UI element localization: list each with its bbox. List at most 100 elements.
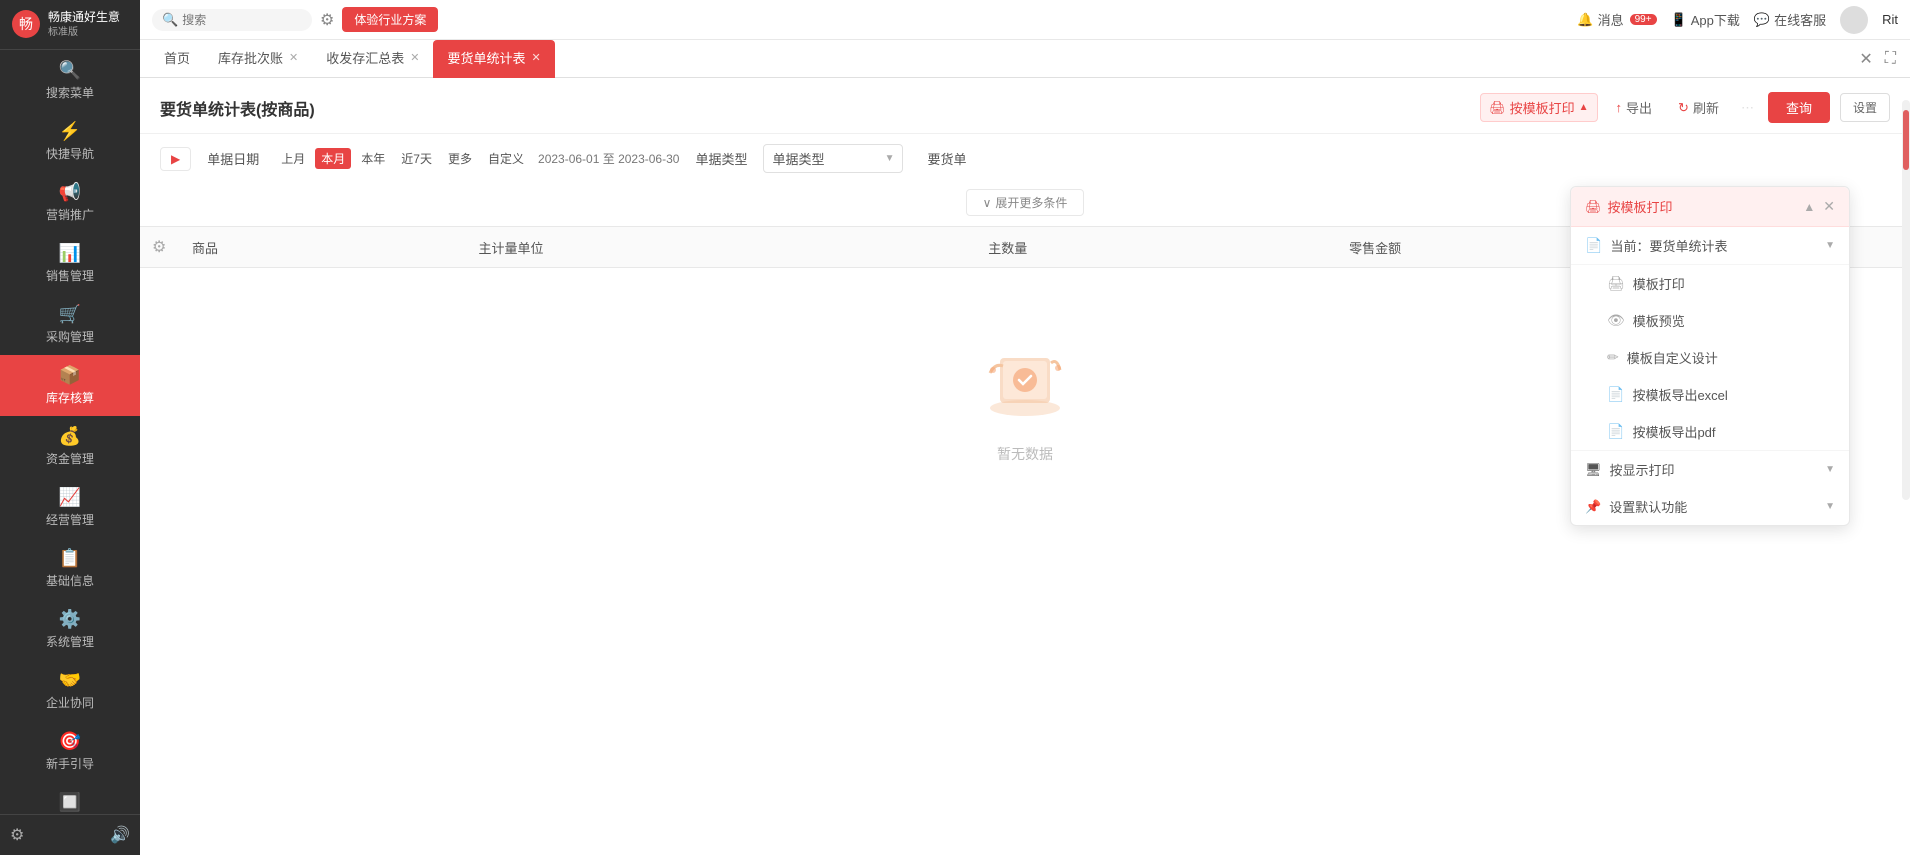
dropdown-current-item[interactable]: 📄 当前：要货单统计表 ▼	[1571, 227, 1849, 264]
dropdown-template-preview[interactable]: 👁 模板预览	[1571, 302, 1849, 339]
search-box[interactable]: 🔍	[152, 9, 312, 31]
dropdown-template-print[interactable]: 🖨 模板打印	[1571, 265, 1849, 302]
sidebar-item-sales[interactable]: 📊 销售管理	[0, 233, 140, 294]
online-service-btn[interactable]: 💬 在线客服	[1754, 10, 1826, 29]
guide-icon: 🎯	[59, 731, 81, 752]
tab-inventory-batch[interactable]: 库存批次账 ✕	[204, 40, 312, 78]
gear-icon[interactable]: ⚙	[320, 10, 334, 30]
sidebar-item-purchase[interactable]: 🛒 采购管理	[0, 294, 140, 355]
sidebar-item-operations[interactable]: 📈 经营管理	[0, 477, 140, 538]
sidebar-item-appcenter[interactable]: 🔲 应用中心	[0, 782, 140, 814]
sidebar-item-label: 资金管理	[46, 450, 94, 467]
dropdown-set-default[interactable]: 📌 设置默认功能 ▼	[1571, 488, 1849, 525]
sales-icon: 📊	[59, 243, 81, 264]
filter-row: ▶ 单据日期 上月 本月 本年 近7天 更多 自定义 2023-06-01 至 …	[140, 134, 1910, 183]
template-preview-icon: 👁	[1607, 312, 1625, 329]
download-icon: 📱	[1671, 12, 1687, 28]
page-header: 要货单统计表(按商品) 🖨 按模板打印 ▲ ↑ 导出 ↻ 刷新	[140, 78, 1910, 134]
template-custom-icon: ✏	[1607, 349, 1619, 366]
notifications-btn[interactable]: 🔔 消息 99+	[1577, 10, 1656, 29]
sidebar-item-marketing[interactable]: 📢 营销推广	[0, 172, 140, 233]
sidebar-item-quick-nav[interactable]: ⚡ 快捷导航	[0, 111, 140, 172]
experience-btn[interactable]: 体验行业方案	[342, 7, 438, 32]
export-icon: ↑	[1616, 100, 1623, 115]
sidebar-item-label: 库存核算	[46, 389, 94, 406]
user-avatar[interactable]	[1840, 6, 1868, 34]
dropdown-display-print[interactable]: 🖥 按显示打印 ▼	[1571, 451, 1849, 488]
purchase-icon: 🛒	[59, 304, 81, 325]
printer-dropdown-icon: 🖨	[1585, 199, 1602, 215]
tab-inventory-batch-close[interactable]: ✕	[289, 51, 298, 64]
filter-expand-btn[interactable]: ▶	[160, 147, 191, 171]
date-custom[interactable]: 自定义	[482, 148, 530, 169]
select-arrow-icon: ▼	[885, 153, 895, 164]
refresh-btn[interactable]: ↻ 刷新	[1670, 94, 1727, 121]
chevron-down-icon: ∨	[983, 196, 992, 210]
dropdown-expand-icon[interactable]: ▲	[1803, 200, 1815, 214]
set-default-icon: 📌	[1585, 499, 1601, 515]
query-btn[interactable]: 查询	[1768, 92, 1830, 123]
notifications-label: 消息	[1598, 10, 1624, 29]
doctype-filter-label: 单据类型	[695, 149, 747, 168]
search-icon: 🔍	[59, 60, 81, 81]
dropdown-export-pdf[interactable]: 📄 按模板导出pdf	[1571, 413, 1849, 450]
date-this-year[interactable]: 本年	[355, 148, 391, 169]
sidebar-item-basic-info[interactable]: 📋 基础信息	[0, 538, 140, 599]
bell-icon: 🔔	[1577, 12, 1593, 28]
empty-illustration	[975, 328, 1075, 428]
table-settings-icon[interactable]: ⚙	[152, 239, 166, 256]
print-btn-label: 按模板打印	[1510, 98, 1575, 117]
export-btn[interactable]: ↑ 导出	[1608, 94, 1661, 121]
sidebar-item-system[interactable]: ⚙️ 系统管理	[0, 599, 140, 660]
scrollbar[interactable]	[1902, 100, 1910, 500]
dropdown-close-icon[interactable]: ✕	[1823, 198, 1835, 215]
dropdown-header-title: 🖨 按模板打印	[1585, 197, 1673, 216]
tab-close-all-icon[interactable]: ✕	[1855, 45, 1876, 73]
sidebar-item-finance[interactable]: 💰 资金管理	[0, 416, 140, 477]
topbar: 🔍 ⚙ 体验行业方案 🔔 消息 99+ 📱 App下载 💬 在线客服 Rit	[140, 0, 1910, 40]
refresh-btn-label: 刷新	[1693, 98, 1719, 117]
logo-icon: 畅	[12, 10, 40, 38]
sidebar-bottom: ⚙ 🔊	[0, 814, 140, 855]
search-input[interactable]	[182, 13, 302, 27]
dropdown-menu: 🖨 按模板打印 ▲ ✕ 📄 当前：要货单统计表 ▼	[1570, 186, 1850, 526]
sidebar-item-enterprise[interactable]: 🤝 企业协同	[0, 660, 140, 721]
order-type-label: 要货单	[927, 149, 966, 168]
export-excel-label: 按模板导出excel	[1632, 385, 1727, 404]
tab-home[interactable]: 首页	[150, 40, 204, 78]
settings-bottom-icon[interactable]: ⚙	[10, 825, 24, 845]
tab-order-summary[interactable]: 要货单统计表 ✕	[433, 40, 554, 78]
print-btn[interactable]: 🖨 按模板打印 ▲	[1480, 93, 1597, 122]
sidebar-item-inventory[interactable]: 📦 库存核算	[0, 355, 140, 416]
table-col-unit: 主计量单位	[466, 227, 976, 268]
tab-order-summary-close[interactable]: ✕	[532, 51, 541, 64]
audio-icon[interactable]: 🔊	[110, 825, 130, 845]
tab-expand-icon[interactable]: ⛶	[1881, 46, 1900, 72]
template-custom-label: 模板自定义设计	[1627, 348, 1718, 367]
tab-receipt-summary-close[interactable]: ✕	[410, 51, 419, 64]
settings-btn[interactable]: 设置	[1840, 93, 1890, 122]
enterprise-icon: 🤝	[59, 670, 81, 691]
date-last-month[interactable]: 上月	[275, 148, 311, 169]
tab-receipt-summary[interactable]: 收发存汇总表 ✕	[312, 40, 433, 78]
notifications-badge: 99+	[1630, 14, 1657, 25]
app-download-label: App下载	[1691, 10, 1740, 29]
dropdown-export-excel[interactable]: 📄 按模板导出excel	[1571, 376, 1849, 413]
sidebar-item-label: 采购管理	[46, 328, 94, 345]
app-download-btn[interactable]: 📱 App下载	[1671, 10, 1740, 29]
scrollbar-thumb[interactable]	[1903, 110, 1909, 170]
sidebar-item-search[interactable]: 🔍 搜索菜单	[0, 50, 140, 111]
sidebar-item-guide[interactable]: 🎯 新手引导	[0, 721, 140, 782]
expand-more-btn[interactable]: ∨ 展开更多条件	[966, 189, 1085, 216]
date-this-month[interactable]: 本月	[315, 148, 351, 169]
export-pdf-label: 按模板导出pdf	[1632, 422, 1715, 441]
set-default-arrow: ▼	[1825, 501, 1835, 512]
filter-expand-btn-container: ▶	[160, 147, 191, 171]
template-preview-label: 模板预览	[1633, 311, 1685, 330]
dropdown-template-custom[interactable]: ✏ 模板自定义设计	[1571, 339, 1849, 376]
doctype-select[interactable]: 单据类型 ▼	[763, 144, 903, 173]
app-subtitle: 标准版	[48, 26, 120, 39]
date-more[interactable]: 更多	[442, 148, 478, 169]
date-7days[interactable]: 近7天	[395, 148, 438, 169]
online-service-label: 在线客服	[1774, 10, 1826, 29]
